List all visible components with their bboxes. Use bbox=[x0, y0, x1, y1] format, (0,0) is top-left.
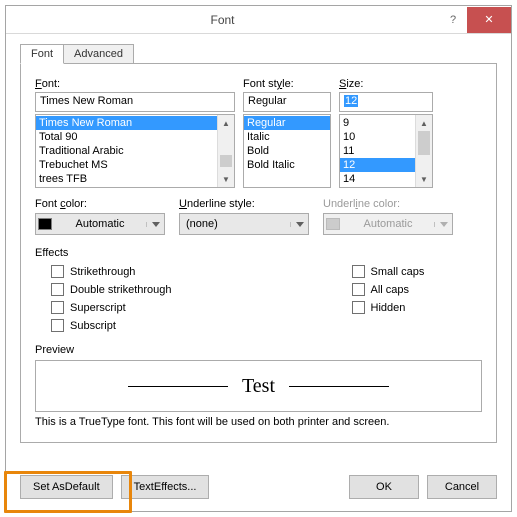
chevron-down-icon bbox=[296, 222, 304, 227]
smallcaps-checkbox[interactable]: Small caps bbox=[352, 265, 425, 278]
preview-text: Test bbox=[242, 375, 275, 398]
scroll-up-icon[interactable]: ▲ bbox=[218, 115, 234, 131]
list-item[interactable]: 12 bbox=[340, 158, 415, 172]
effects-label: Effects bbox=[35, 247, 482, 259]
list-item[interactable]: Bold Italic bbox=[244, 158, 330, 172]
ok-button[interactable]: OK bbox=[349, 475, 419, 499]
preview-box: Test bbox=[35, 360, 482, 412]
font-dialog: Font ? ✕ Font Advanced Font: Times New R… bbox=[5, 5, 512, 512]
list-item[interactable]: Trebuchet MS bbox=[36, 158, 217, 172]
underlinecolor-combo: Automatic bbox=[323, 213, 453, 235]
text-effects-button[interactable]: Text Effects... bbox=[121, 475, 210, 499]
list-item[interactable]: 9 bbox=[340, 116, 415, 130]
font-note: This is a TrueType font. This font will … bbox=[35, 416, 482, 428]
scroll-down-icon[interactable]: ▼ bbox=[416, 171, 432, 187]
font-input[interactable]: Times New Roman bbox=[35, 92, 235, 112]
underlinestyle-combo[interactable]: (none) bbox=[179, 213, 309, 235]
list-item[interactable]: Total 90 bbox=[36, 130, 217, 144]
tab-panel: Font: Times New Roman Times New Roman To… bbox=[20, 63, 497, 443]
list-item[interactable]: 14 bbox=[340, 172, 415, 186]
list-item[interactable]: Times New Roman bbox=[36, 116, 217, 130]
hidden-checkbox[interactable]: Hidden bbox=[352, 301, 425, 314]
color-swatch-icon bbox=[38, 218, 52, 230]
help-icon: ? bbox=[450, 14, 456, 26]
tab-font[interactable]: Font bbox=[20, 44, 64, 64]
preview-line bbox=[128, 386, 228, 387]
size-label: Size: bbox=[339, 78, 433, 90]
scroll-thumb[interactable] bbox=[418, 131, 430, 155]
fontcolor-label: Font color: bbox=[35, 198, 165, 210]
strikethrough-checkbox[interactable]: Strikethrough bbox=[51, 265, 172, 278]
titlebar: Font ? ✕ bbox=[6, 6, 511, 34]
list-item[interactable]: Traditional Arabic bbox=[36, 144, 217, 158]
list-item[interactable]: Regular bbox=[244, 116, 330, 130]
scrollbar[interactable]: ▲ ▼ bbox=[415, 115, 432, 187]
subscript-checkbox[interactable]: Subscript bbox=[51, 319, 172, 332]
underlinecolor-label: Underline color: bbox=[323, 198, 453, 210]
list-item[interactable]: 10 bbox=[340, 130, 415, 144]
color-swatch-icon bbox=[326, 218, 340, 230]
font-listbox[interactable]: Times New Roman Total 90 Traditional Ara… bbox=[35, 114, 235, 188]
close-icon: ✕ bbox=[484, 13, 493, 26]
scroll-down-icon[interactable]: ▼ bbox=[218, 171, 234, 187]
set-as-default-button[interactable]: Set As Default bbox=[20, 475, 113, 499]
font-label: Font: bbox=[35, 78, 235, 90]
list-item[interactable]: trees TFB bbox=[36, 172, 217, 186]
list-item[interactable]: Bold bbox=[244, 144, 330, 158]
allcaps-checkbox[interactable]: All caps bbox=[352, 283, 425, 296]
fontstyle-listbox[interactable]: Regular Italic Bold Bold Italic bbox=[243, 114, 331, 188]
tab-advanced[interactable]: Advanced bbox=[64, 44, 134, 64]
cancel-button[interactable]: Cancel bbox=[427, 475, 497, 499]
scroll-up-icon[interactable]: ▲ bbox=[416, 115, 432, 131]
superscript-checkbox[interactable]: Superscript bbox=[51, 301, 172, 314]
fontstyle-input[interactable]: Regular bbox=[243, 92, 331, 112]
double-strikethrough-checkbox[interactable]: Double strikethrough bbox=[51, 283, 172, 296]
underlinestyle-label: Underline style: bbox=[179, 198, 309, 210]
close-button[interactable]: ✕ bbox=[467, 7, 511, 33]
scroll-thumb[interactable] bbox=[220, 155, 232, 167]
list-item[interactable]: 11 bbox=[340, 144, 415, 158]
scrollbar[interactable]: ▲ ▼ bbox=[217, 115, 234, 187]
size-input[interactable]: 12 bbox=[339, 92, 433, 112]
preview-label: Preview bbox=[35, 344, 482, 356]
chevron-down-icon bbox=[152, 222, 160, 227]
fontstyle-label: Font style: bbox=[243, 78, 331, 90]
dialog-footer: Set As Default Text Effects... OK Cancel bbox=[6, 467, 511, 511]
dialog-title: Font bbox=[6, 13, 439, 27]
preview-line bbox=[289, 386, 389, 387]
list-item[interactable]: Italic bbox=[244, 130, 330, 144]
help-button[interactable]: ? bbox=[439, 7, 467, 33]
size-listbox[interactable]: 9 10 11 12 14 ▲ ▼ bbox=[339, 114, 433, 188]
chevron-down-icon bbox=[440, 222, 448, 227]
fontcolor-combo[interactable]: Automatic bbox=[35, 213, 165, 235]
